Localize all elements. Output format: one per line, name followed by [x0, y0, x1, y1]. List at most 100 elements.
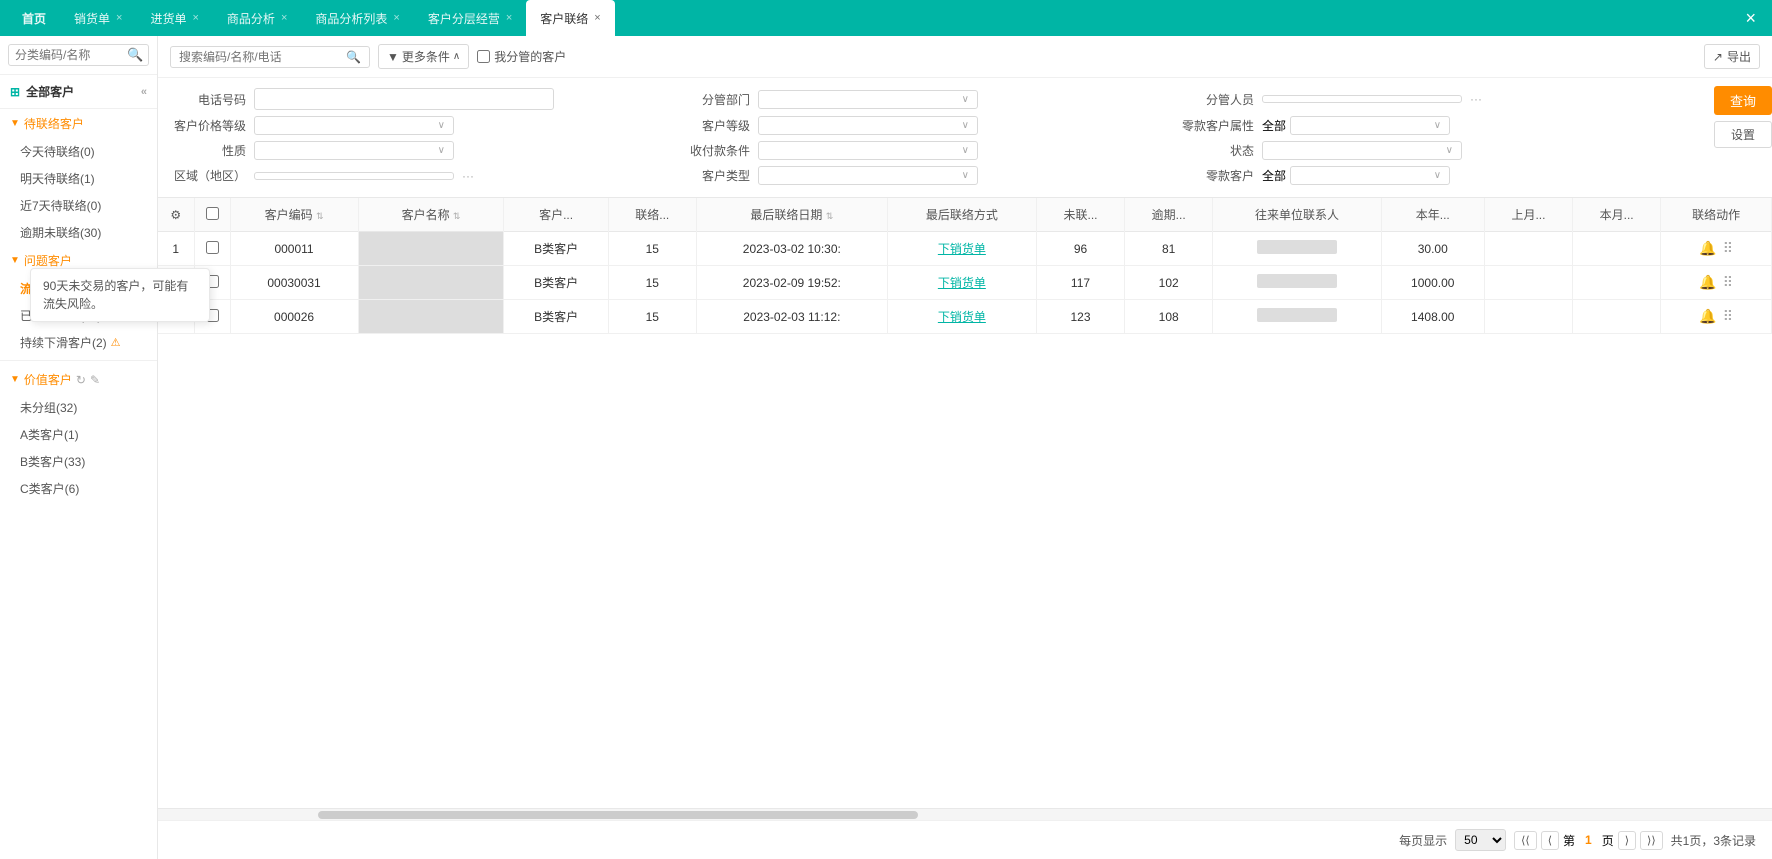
- gender-arrow-icon: ∨: [438, 145, 445, 156]
- th-contact-count: 联络...: [608, 198, 696, 232]
- main-search-input[interactable]: [179, 50, 346, 64]
- close-all-tabs[interactable]: ×: [1737, 8, 1764, 29]
- export-btn[interactable]: ↗ 导出: [1704, 44, 1760, 69]
- grid-icon: ⊞: [10, 85, 20, 99]
- th-checkbox[interactable]: [194, 198, 230, 232]
- row-last-contact-method[interactable]: 下销货单: [887, 232, 1036, 266]
- filter-field-payment: 收付款条件 ∨: [678, 141, 1182, 160]
- manager-more-icon[interactable]: ···: [1462, 92, 1490, 106]
- tab-home-label: 首页: [22, 10, 46, 27]
- th-customer-type: 客户...: [504, 198, 608, 232]
- sidebar-all-customers[interactable]: ⊞ 全部客户 «: [0, 75, 157, 109]
- row-last-contact-method[interactable]: 下销货单: [887, 300, 1036, 334]
- row-name: [358, 300, 504, 334]
- gender-select[interactable]: ∨: [254, 141, 454, 160]
- filter-field-zero-attr: 零款客户属性 全部 ∨: [1182, 116, 1686, 135]
- sidebar-item-class-c[interactable]: C类客户(6): [0, 475, 157, 502]
- row-contact-action[interactable]: 🔔: [1699, 308, 1716, 325]
- tab-customer-tier-close[interactable]: ×: [506, 12, 512, 24]
- sidebar: 🔍 ⊞ 全部客户 « ▼ 待联络客户 今天待联络(0) 明天待联络(1) 近7天…: [0, 36, 158, 859]
- manager-label: 分管人员: [1182, 91, 1262, 108]
- th-settings[interactable]: ⚙: [158, 198, 194, 232]
- tomorrow-contact-label: 明天待联络(1): [20, 170, 95, 187]
- scrollbar-thumb[interactable]: [318, 811, 918, 819]
- phone-label: 电话号码: [174, 91, 254, 108]
- region-select[interactable]: [254, 172, 454, 180]
- payment-select[interactable]: ∨: [758, 141, 978, 160]
- tab-product-analysis-close[interactable]: ×: [281, 12, 287, 24]
- tab-purchase[interactable]: 进货单 ×: [136, 0, 212, 36]
- row-checkbox-cell[interactable]: [194, 232, 230, 266]
- tab-sales[interactable]: 销货单 ×: [60, 0, 136, 36]
- row-more-action[interactable]: ⠿: [1723, 240, 1733, 257]
- sidebar-item-class-b[interactable]: B类客户(33): [0, 448, 157, 475]
- row-more-action[interactable]: ⠿: [1723, 308, 1733, 325]
- zero-customer-select[interactable]: ∨: [1290, 166, 1450, 185]
- tab-product-analysis-list-close[interactable]: ×: [393, 12, 399, 24]
- row-checkbox[interactable]: [206, 241, 219, 254]
- settings-btn[interactable]: 设置: [1714, 121, 1772, 148]
- tab-product-analysis-list[interactable]: 商品分析列表 ×: [301, 0, 413, 36]
- phone-input[interactable]: [254, 88, 554, 110]
- last-page-btn[interactable]: ⟩⟩: [1640, 831, 1663, 850]
- payment-label: 收付款条件: [678, 142, 758, 159]
- filter-panel: 电话号码 分管部门 ∨ 分管人员: [158, 78, 1772, 198]
- row-more-action[interactable]: ⠿: [1723, 274, 1733, 291]
- sidebar-item-tomorrow[interactable]: 明天待联络(1): [0, 165, 157, 192]
- table-row: 3 000026 B类客户 15 2023-02-03 11:12: 下销货单 …: [158, 300, 1772, 334]
- tab-sales-close[interactable]: ×: [116, 12, 122, 24]
- tab-product-analysis[interactable]: 商品分析 ×: [213, 0, 301, 36]
- refresh-icon[interactable]: ↻: [76, 373, 86, 387]
- tab-customer-tier[interactable]: 客户分层经营 ×: [414, 0, 526, 36]
- th-uncontacted: 未联...: [1036, 198, 1124, 232]
- query-btn[interactable]: 查询: [1714, 86, 1772, 115]
- tab-home[interactable]: 首页: [8, 0, 60, 36]
- price-level-select[interactable]: ∨: [254, 116, 454, 135]
- row-contact-action[interactable]: 🔔: [1699, 274, 1716, 291]
- tab-purchase-close[interactable]: ×: [192, 12, 198, 24]
- all-customers-label: 全部客户: [26, 83, 74, 100]
- filter-row-2: 客户价格等级 ∨ 客户等级 ∨: [174, 116, 1686, 135]
- my-customers-checkbox[interactable]: [477, 50, 490, 63]
- zero-attr-select[interactable]: ∨: [1290, 116, 1450, 135]
- sidebar-item-today[interactable]: 今天待联络(0): [0, 138, 157, 165]
- sidebar-item-declining[interactable]: 持续下滑客户(2) ⚠: [0, 329, 157, 356]
- sidebar-section-value[interactable]: ▼ 价值客户 ↻ ✎: [0, 365, 157, 394]
- row-last-contact-method[interactable]: 下销货单: [887, 266, 1036, 300]
- more-conditions-btn[interactable]: ▼ 更多条件 ∧: [378, 44, 469, 69]
- region-more-icon[interactable]: ···: [454, 169, 482, 183]
- filter-field-region: 区域（地区） ···: [174, 167, 678, 184]
- customer-type-select[interactable]: ∨: [758, 166, 978, 185]
- table-header-row: ⚙ 客户编码 ⇅ 客户名称 ⇅ 客户... 联络... 最后联络日期 ⇅ 最后联…: [158, 198, 1772, 232]
- sidebar-item-overdue[interactable]: 逾期未联络(30): [0, 219, 157, 246]
- status-arrow-icon: ∨: [1446, 145, 1453, 156]
- row-this-year: 1408.00: [1381, 300, 1484, 334]
- manager-select[interactable]: [1262, 95, 1462, 103]
- select-all-checkbox[interactable]: [206, 207, 219, 220]
- sidebar-section-pending[interactable]: ▼ 待联络客户: [0, 109, 157, 138]
- customer-level-select[interactable]: ∨: [758, 116, 978, 135]
- prev-page-btn[interactable]: ⟨: [1541, 831, 1559, 850]
- th-actions: 联络动作: [1661, 198, 1772, 232]
- pagination-nav: ⟨⟨ ⟨ 第 1 页 ⟩ ⟩⟩: [1514, 831, 1663, 850]
- per-page-select[interactable]: 50 100 200: [1455, 829, 1506, 851]
- sidebar-item-ungrouped[interactable]: 未分组(32): [0, 394, 157, 421]
- row-customer-type: B类客户: [504, 232, 608, 266]
- search-orange-icon[interactable]: 🔍: [346, 50, 361, 64]
- sidebar-item-class-a[interactable]: A类客户(1): [0, 421, 157, 448]
- tab-customer-contact-close[interactable]: ×: [594, 12, 600, 24]
- sidebar-item-7days[interactable]: 近7天待联络(0): [0, 192, 157, 219]
- first-page-btn[interactable]: ⟨⟨: [1514, 831, 1537, 850]
- table-scrollbar[interactable]: [158, 808, 1772, 820]
- dept-select[interactable]: ∨: [758, 90, 978, 109]
- side-buttons: 查询 设置: [1702, 78, 1772, 148]
- row-actions: 🔔 ⠿: [1661, 266, 1772, 300]
- edit-icon[interactable]: ✎: [90, 373, 100, 387]
- sidebar-search-icon[interactable]: 🔍: [127, 47, 143, 63]
- my-customers-checkbox-wrap[interactable]: 我分管的客户: [477, 48, 566, 65]
- row-contact-action[interactable]: 🔔: [1699, 240, 1716, 257]
- status-select[interactable]: ∨: [1262, 141, 1462, 160]
- tab-customer-contact[interactable]: 客户联络 ×: [526, 0, 614, 36]
- ungrouped-label: 未分组(32): [20, 399, 77, 416]
- next-page-btn[interactable]: ⟩: [1618, 831, 1636, 850]
